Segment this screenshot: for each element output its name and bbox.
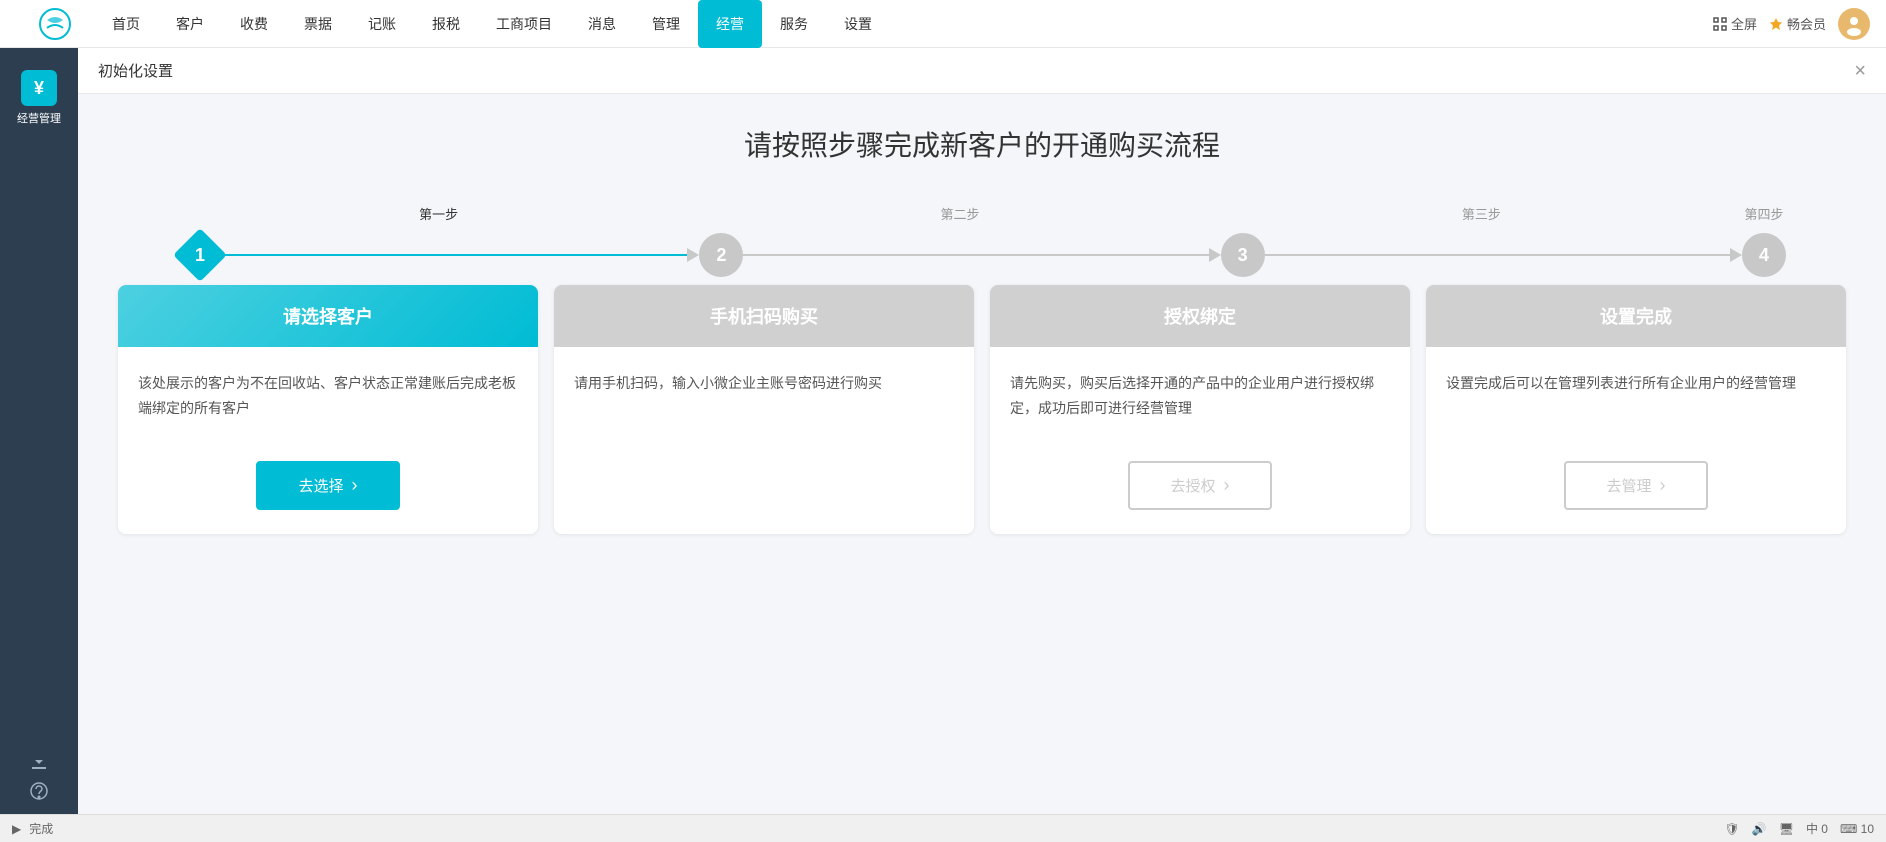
- nav-fee[interactable]: 收费: [222, 0, 286, 48]
- status-shield: 🛡: [1725, 822, 1740, 836]
- flow-title: 请按照步骤完成新客户的开通购买流程: [118, 124, 1846, 164]
- nav-settings[interactable]: 设置: [826, 0, 890, 48]
- step1-arrow: [687, 248, 699, 262]
- cards-row: 请选择客户 该处展示的客户为不在回收站、客户状态正常建账后完成老板端绑定的所有客…: [118, 285, 1846, 534]
- sidebar-bottom: [28, 750, 50, 814]
- sidebar-item-operation[interactable]: ¥ 经营管理: [0, 58, 78, 138]
- page-title: 初始化设置: [98, 60, 173, 81]
- close-button[interactable]: ×: [1854, 61, 1866, 81]
- card4-header: 设置完成: [1426, 285, 1846, 347]
- card-2: 手机扫码购买 请用手机扫码，输入小微企业主账号密码进行购买: [554, 285, 974, 534]
- card1-btn-label: 去选择: [298, 475, 343, 496]
- step1-line: [222, 254, 687, 256]
- card4-btn[interactable]: 去管理 ›: [1564, 461, 1707, 510]
- nav-business[interactable]: 工商项目: [478, 0, 570, 48]
- card4-footer: 去管理 ›: [1426, 445, 1846, 534]
- card2-body: 请用手机扫码，输入小微企业主账号密码进行购买: [554, 347, 974, 494]
- top-nav: 首页 客户 收费 票据 记账 报税 工商项目 消息 管理 经营 服务 设置 全屏…: [0, 0, 1886, 48]
- card4-btn-label: 去管理: [1606, 475, 1651, 496]
- nav-bill[interactable]: 票据: [286, 0, 350, 48]
- vip-label: 畅会员: [1787, 14, 1826, 33]
- card2-header: 手机扫码购买: [554, 285, 974, 347]
- content-area: 请按照步骤完成新客户的开通购买流程 第一步 1 第二步: [78, 94, 1886, 564]
- fullscreen-btn[interactable]: 全屏: [1713, 14, 1757, 33]
- vip-btn[interactable]: 畅会员: [1769, 14, 1826, 33]
- sidebar: ¥ 经营管理: [0, 48, 78, 814]
- card-1: 请选择客户 该处展示的客户为不在回收站、客户状态正常建账后完成老板端绑定的所有客…: [118, 285, 538, 534]
- card-3: 授权绑定 请先购买，购买后选择开通的产品中的企业用户进行授权绑定，成功后即可进行…: [990, 285, 1410, 534]
- card1-body: 该处展示的客户为不在回收站、客户状态正常建账后完成老板端绑定的所有客户: [118, 347, 538, 445]
- step4-label: 第四步: [1744, 204, 1783, 223]
- card3-btn-arrow: ›: [1224, 475, 1230, 496]
- step1-circle: 1: [178, 233, 222, 277]
- step1-label: 第一步: [419, 204, 458, 223]
- sidebar-download[interactable]: [28, 750, 50, 772]
- step2-circle: 2: [699, 233, 743, 277]
- status-bar-right: 🛡 🔊 🖥 中 0 ⌨ 10: [1725, 820, 1874, 837]
- nav-home[interactable]: 首页: [94, 0, 158, 48]
- operation-icon: ¥: [21, 70, 57, 106]
- step4-circle: 4: [1742, 233, 1786, 277]
- card4-body: 设置完成后可以在管理列表进行所有企业用户的经营管理: [1426, 347, 1846, 445]
- step-2: 第二步 2: [699, 204, 1220, 277]
- sidebar-support[interactable]: [28, 780, 50, 802]
- status-label: 完成: [29, 820, 53, 837]
- step2-arrow: [1209, 248, 1221, 262]
- card1-btn[interactable]: 去选择 ›: [256, 461, 399, 510]
- nav-message[interactable]: 消息: [570, 0, 634, 48]
- nav-operation[interactable]: 经营: [698, 0, 762, 48]
- nav-account[interactable]: 记账: [350, 0, 414, 48]
- step3-line: [1265, 254, 1730, 256]
- nav-customer[interactable]: 客户: [158, 0, 222, 48]
- status-sound: 🔊: [1752, 822, 1767, 836]
- user-avatar[interactable]: [1838, 8, 1870, 40]
- sidebar-item-label: 经营管理: [17, 110, 61, 126]
- nav-logo: [16, 8, 94, 40]
- step-3: 第三步 3: [1221, 204, 1742, 277]
- card2-footer: [554, 494, 974, 534]
- card1-footer: 去选择 ›: [118, 445, 538, 534]
- card3-btn-label: 去授权: [1170, 475, 1215, 496]
- status-play: ▶: [12, 822, 21, 836]
- step2-line: [743, 254, 1208, 256]
- card1-header: 请选择客户: [118, 285, 538, 347]
- nav-items: 首页 客户 收费 票据 记账 报税 工商项目 消息 管理 经营 服务 设置: [94, 0, 1713, 48]
- status-ime: 中 0: [1806, 820, 1828, 837]
- main-content: 初始化设置 × 请按照步骤完成新客户的开通购买流程 第一步 1: [78, 48, 1886, 814]
- step3-arrow: [1730, 248, 1742, 262]
- card-4: 设置完成 设置完成后可以在管理列表进行所有企业用户的经营管理 去管理 ›: [1426, 285, 1846, 534]
- card4-btn-arrow: ›: [1660, 475, 1666, 496]
- nav-manage[interactable]: 管理: [634, 0, 698, 48]
- status-bar: ▶ 完成 🛡 🔊 🖥 中 0 ⌨ 10: [0, 814, 1886, 842]
- step2-label: 第二步: [940, 204, 979, 223]
- status-screen: 🖥: [1779, 822, 1794, 836]
- step-1: 第一步 1: [178, 204, 699, 277]
- step3-circle: 3: [1221, 233, 1265, 277]
- step3-label: 第三步: [1462, 204, 1501, 223]
- card1-btn-arrow: ›: [352, 475, 358, 496]
- status-keyboard: ⌨ 10: [1840, 822, 1874, 836]
- step-4: 第四步 4: [1742, 204, 1786, 277]
- card3-btn[interactable]: 去授权 ›: [1128, 461, 1271, 510]
- card3-header: 授权绑定: [990, 285, 1410, 347]
- step1-number: 1: [178, 233, 222, 277]
- card3-footer: 去授权 ›: [990, 445, 1410, 534]
- card3-body: 请先购买，购买后选择开通的产品中的企业用户进行授权绑定，成功后即可进行经营管理: [990, 347, 1410, 445]
- nav-service[interactable]: 服务: [762, 0, 826, 48]
- page-header: 初始化设置 ×: [78, 48, 1886, 94]
- nav-tax[interactable]: 报税: [414, 0, 478, 48]
- nav-right: 全屏 畅会员: [1713, 8, 1870, 40]
- fullscreen-label: 全屏: [1731, 14, 1757, 33]
- status-bar-left: ▶ 完成: [12, 820, 53, 837]
